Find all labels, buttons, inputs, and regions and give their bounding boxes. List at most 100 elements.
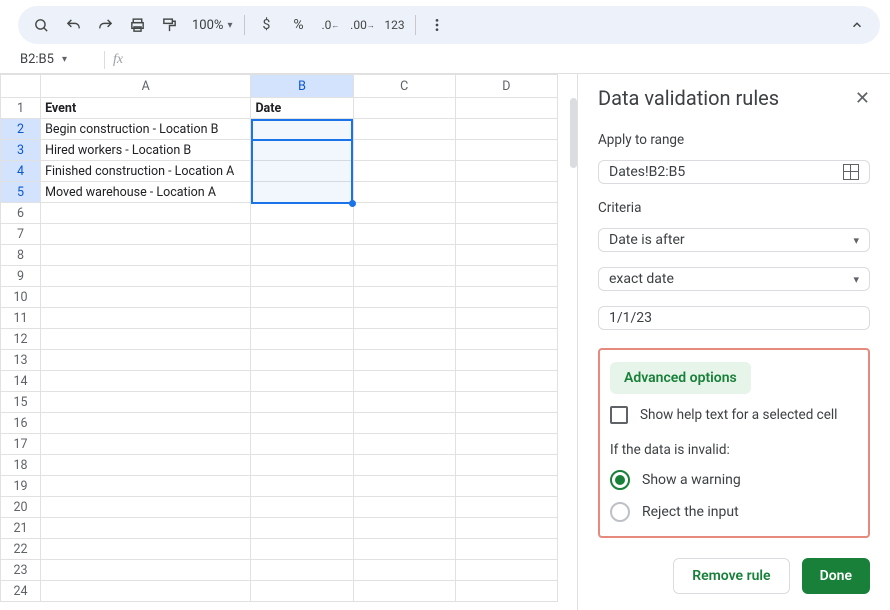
cell[interactable] [41, 266, 251, 287]
cell[interactable] [41, 455, 251, 476]
col-header[interactable]: A [41, 75, 251, 98]
cell[interactable] [353, 245, 455, 266]
row-header[interactable]: 13 [1, 350, 41, 371]
row-header[interactable]: 24 [1, 581, 41, 602]
cell[interactable] [251, 581, 353, 602]
search-icon[interactable] [26, 10, 56, 40]
cell[interactable] [353, 392, 455, 413]
cell[interactable] [41, 518, 251, 539]
row-header[interactable]: 2 [1, 119, 41, 140]
cell[interactable] [353, 98, 455, 119]
scrollbar[interactable] [570, 98, 577, 168]
cell[interactable] [353, 203, 455, 224]
cell[interactable] [455, 560, 557, 581]
cell[interactable] [251, 140, 353, 161]
increase-decimal-icon[interactable]: .00→ [347, 10, 377, 40]
criteria-select-2[interactable]: exact date ▾ [598, 267, 870, 291]
print-icon[interactable] [122, 10, 152, 40]
cell[interactable]: Moved warehouse - Location A [41, 182, 251, 203]
cell[interactable] [353, 476, 455, 497]
cell[interactable] [353, 560, 455, 581]
cell[interactable] [455, 140, 557, 161]
cell[interactable] [353, 581, 455, 602]
cell[interactable] [251, 497, 353, 518]
cell[interactable] [41, 224, 251, 245]
cell[interactable] [353, 434, 455, 455]
remove-rule-button[interactable]: Remove rule [673, 558, 789, 594]
cell[interactable] [455, 581, 557, 602]
cell[interactable] [455, 476, 557, 497]
cell[interactable] [251, 308, 353, 329]
cell[interactable] [41, 203, 251, 224]
cell[interactable] [251, 413, 353, 434]
cell[interactable] [455, 350, 557, 371]
cell[interactable] [455, 224, 557, 245]
done-button[interactable]: Done [802, 558, 870, 594]
cell[interactable] [455, 119, 557, 140]
cell[interactable] [353, 497, 455, 518]
row-header[interactable]: 10 [1, 287, 41, 308]
cell[interactable] [41, 434, 251, 455]
cell[interactable] [251, 266, 353, 287]
cell[interactable] [353, 308, 455, 329]
cell[interactable] [353, 266, 455, 287]
cell[interactable] [251, 119, 353, 140]
row-header[interactable]: 4 [1, 161, 41, 182]
cell[interactable] [455, 98, 557, 119]
cell[interactable] [455, 497, 557, 518]
range-input[interactable]: Dates!B2:B5 [598, 160, 870, 184]
cell[interactable]: Hired workers - Location B [41, 140, 251, 161]
name-box[interactable]: B2:B5 ▾ [20, 49, 96, 71]
cell[interactable] [455, 329, 557, 350]
cell[interactable] [353, 413, 455, 434]
row-header[interactable]: 18 [1, 455, 41, 476]
cell[interactable] [353, 371, 455, 392]
cell[interactable] [455, 308, 557, 329]
cell[interactable] [353, 161, 455, 182]
row-header[interactable]: 16 [1, 413, 41, 434]
more-formats[interactable]: 123 [379, 10, 409, 40]
cell[interactable] [251, 161, 353, 182]
cell[interactable] [41, 308, 251, 329]
row-header[interactable]: 11 [1, 308, 41, 329]
cell[interactable]: Finished construction - Location A [41, 161, 251, 182]
cell[interactable] [41, 476, 251, 497]
zoom-select[interactable]: 100% ▾ [186, 18, 238, 33]
cell[interactable] [455, 392, 557, 413]
row-header[interactable]: 7 [1, 224, 41, 245]
show-help-text-checkbox[interactable]: Show help text for a selected cell [610, 406, 858, 424]
cell[interactable] [455, 161, 557, 182]
cell[interactable] [41, 371, 251, 392]
currency-icon[interactable]: $ [251, 10, 281, 40]
cell[interactable] [41, 392, 251, 413]
cell[interactable] [353, 350, 455, 371]
cell[interactable] [353, 287, 455, 308]
cell[interactable] [251, 371, 353, 392]
cell[interactable] [455, 245, 557, 266]
cell[interactable] [353, 455, 455, 476]
cell[interactable] [455, 287, 557, 308]
cell[interactable] [455, 371, 557, 392]
cell[interactable] [41, 560, 251, 581]
cell[interactable] [455, 413, 557, 434]
cell[interactable] [251, 224, 353, 245]
select-all-corner[interactable] [1, 75, 41, 98]
row-header[interactable]: 15 [1, 392, 41, 413]
cell[interactable] [41, 497, 251, 518]
radio-reject-input[interactable]: Reject the input [610, 502, 858, 522]
row-header[interactable]: 1 [1, 98, 41, 119]
cell[interactable] [353, 224, 455, 245]
col-header[interactable]: D [455, 75, 557, 98]
row-header[interactable]: 9 [1, 266, 41, 287]
redo-icon[interactable] [90, 10, 120, 40]
row-header[interactable]: 14 [1, 371, 41, 392]
cell[interactable] [41, 539, 251, 560]
row-header[interactable]: 21 [1, 518, 41, 539]
cell[interactable] [251, 434, 353, 455]
cell[interactable] [41, 287, 251, 308]
cell[interactable]: Event [41, 98, 251, 119]
cell[interactable]: Begin construction - Location B [41, 119, 251, 140]
cell[interactable] [455, 182, 557, 203]
row-header[interactable]: 6 [1, 203, 41, 224]
cell[interactable] [455, 203, 557, 224]
